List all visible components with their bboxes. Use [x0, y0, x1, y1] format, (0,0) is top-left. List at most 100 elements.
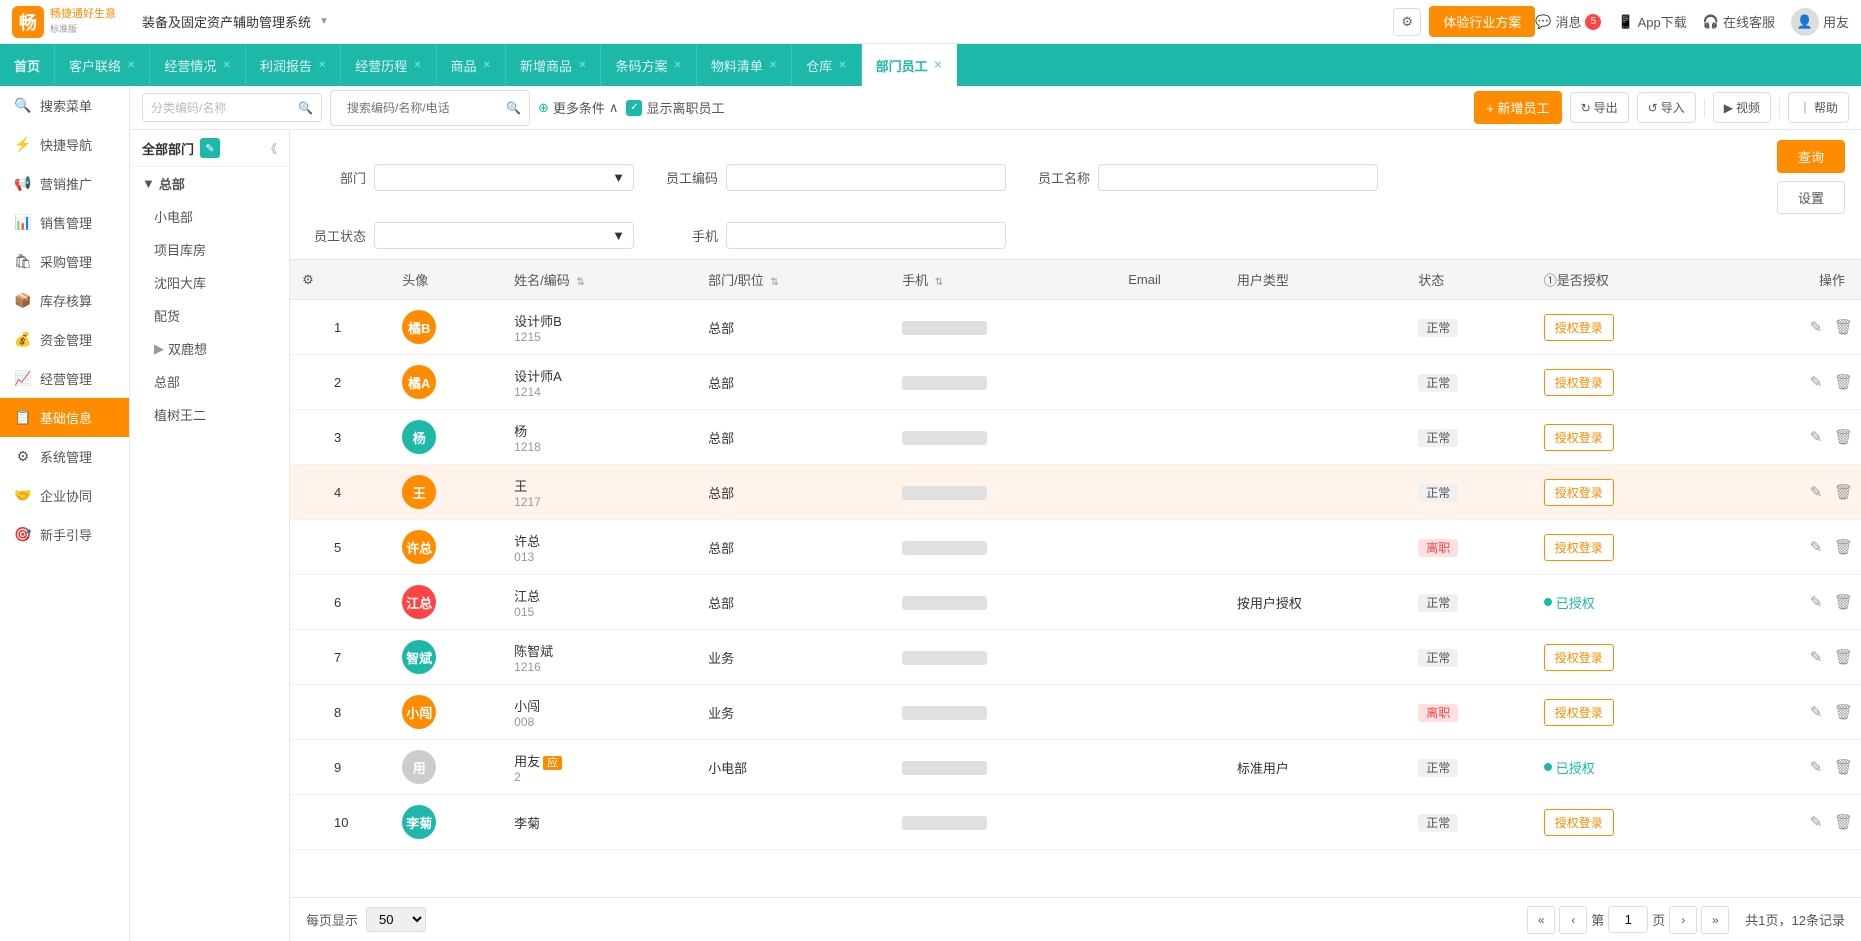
delete-button[interactable]: 🗑: [1834, 594, 1853, 611]
close-icon[interactable]: ✕: [769, 60, 777, 71]
edit-button[interactable]: ✎: [1810, 374, 1823, 391]
video-button[interactable]: ▶ 视频: [1713, 92, 1771, 123]
delete-button[interactable]: 🗑: [1834, 319, 1853, 336]
tab-history[interactable]: 经营历程 ✕: [341, 44, 436, 86]
sidebar-item-inventory[interactable]: 📦 库存核算: [0, 281, 129, 320]
auth-login-button[interactable]: 授权登录: [1544, 534, 1614, 561]
edit-button[interactable]: ✎: [1810, 594, 1823, 611]
delete-button[interactable]: 🗑: [1834, 814, 1853, 831]
sidebar-item-search[interactable]: 🔍 搜索菜单: [0, 86, 129, 125]
close-icon[interactable]: ✕: [222, 60, 230, 71]
auth-login-button[interactable]: 授权登录: [1544, 479, 1614, 506]
code-search-input[interactable]: [339, 96, 502, 120]
tab-operation[interactable]: 经营情况 ✕: [150, 44, 245, 86]
edit-button[interactable]: ✎: [1810, 484, 1823, 501]
tab-home[interactable]: 首页: [0, 44, 55, 86]
delete-button[interactable]: 🗑: [1834, 429, 1853, 446]
dept-item-shuanglu[interactable]: ▶ 双鹿想: [130, 332, 289, 365]
sidebar-item-biz[interactable]: 📈 经营管理: [0, 359, 129, 398]
tab-bom[interactable]: 物料清单 ✕: [697, 44, 792, 86]
auth-login-button[interactable]: 授权登录: [1544, 314, 1614, 341]
tab-dept-staff[interactable]: 部门员工 ✕: [862, 44, 957, 86]
th-name[interactable]: 姓名/编码 ⇅: [506, 260, 700, 300]
sidebar-item-finance[interactable]: 💰 资金管理: [0, 320, 129, 359]
auth-login-button[interactable]: 授权登录: [1544, 644, 1614, 671]
close-icon[interactable]: ✕: [318, 60, 326, 71]
th-phone[interactable]: 手机 ⇅: [894, 260, 1120, 300]
close-icon[interactable]: ✕: [413, 60, 421, 71]
page-number-input[interactable]: [1608, 906, 1648, 933]
auth-login-button[interactable]: 授权登录: [1544, 809, 1614, 836]
auth-login-button[interactable]: 授权登录: [1544, 424, 1614, 451]
query-button[interactable]: 查询: [1777, 140, 1845, 173]
tab-customer[interactable]: 客户联络 ✕: [55, 44, 150, 86]
delete-button[interactable]: 🗑: [1834, 704, 1853, 721]
reset-button[interactable]: 设置: [1777, 181, 1845, 214]
th-settings[interactable]: ⚙: [290, 260, 326, 300]
tab-profit[interactable]: 利润报告 ✕: [246, 44, 341, 86]
sidebar-item-guide[interactable]: 🎯 新手引导: [0, 515, 129, 554]
delete-button[interactable]: 🗑: [1834, 539, 1853, 556]
sidebar-item-collab[interactable]: 🤝 企业协同: [0, 476, 129, 515]
more-filter-btn[interactable]: ⊕ 更多条件 ∧: [538, 98, 618, 117]
tab-warehouse[interactable]: 仓库 ✕: [792, 44, 861, 86]
dept-edit-button[interactable]: ✎: [200, 138, 220, 158]
edit-button[interactable]: ✎: [1810, 759, 1823, 776]
delete-button[interactable]: 🗑: [1834, 649, 1853, 666]
close-icon[interactable]: ✕: [673, 60, 681, 71]
add-employee-button[interactable]: + 新增员工: [1474, 91, 1561, 124]
prev-page-btn[interactable]: ‹: [1559, 906, 1587, 934]
export-button[interactable]: ↻ 导出: [1570, 92, 1629, 123]
collapse-icon[interactable]: 《: [265, 140, 277, 157]
close-icon[interactable]: ✕: [934, 60, 942, 71]
system-arrow-icon[interactable]: ▼: [319, 16, 329, 27]
sidebar-item-basic[interactable]: 📋 基础信息: [0, 398, 129, 437]
filter-dept-select[interactable]: ▼: [374, 164, 634, 191]
dept-item-zongbu2[interactable]: 总部: [130, 365, 289, 398]
filter-empname-input[interactable]: [1098, 164, 1378, 191]
edit-button[interactable]: ✎: [1810, 814, 1823, 831]
auth-login-button[interactable]: 授权登录: [1544, 699, 1614, 726]
edit-button[interactable]: ✎: [1810, 429, 1823, 446]
sidebar-item-system[interactable]: ⚙ 系统管理: [0, 437, 129, 476]
auth-login-button[interactable]: 授权登录: [1544, 369, 1614, 396]
dept-item-zongbu[interactable]: ▼ 总部: [130, 167, 289, 200]
dept-search-box[interactable]: 分类编码/名称 🔍: [142, 93, 322, 122]
dept-item-peihuo[interactable]: 配货: [130, 299, 289, 332]
online-service-btn[interactable]: 🎧 在线客服: [1703, 12, 1775, 31]
sidebar-item-nav[interactable]: ⚡ 快捷导航: [0, 125, 129, 164]
app-download-btn[interactable]: 📱 App下载: [1617, 12, 1686, 31]
help-button[interactable]: ｜ 帮助: [1788, 92, 1849, 123]
last-page-btn[interactable]: »: [1701, 906, 1729, 934]
message-btn[interactable]: 💬 消息 5: [1535, 12, 1601, 31]
dept-item-xiaodian[interactable]: 小电部: [130, 200, 289, 233]
next-page-btn[interactable]: ›: [1669, 906, 1697, 934]
close-icon[interactable]: ✕: [838, 60, 846, 71]
delete-button[interactable]: 🗑: [1834, 484, 1853, 501]
filter-phone-input[interactable]: [726, 222, 1006, 249]
filter-empcode-input[interactable]: [726, 164, 1006, 191]
edit-button[interactable]: ✎: [1810, 649, 1823, 666]
dept-item-zhishu[interactable]: 植树王二: [130, 398, 289, 431]
sidebar-item-marketing[interactable]: 📢 营销推广: [0, 164, 129, 203]
sidebar-item-purchase[interactable]: 🛍 采购管理: [0, 242, 129, 281]
delete-button[interactable]: 🗑: [1834, 374, 1853, 391]
trial-button[interactable]: 体验行业方案: [1429, 6, 1535, 37]
tab-goods[interactable]: 商品 ✕: [437, 44, 506, 86]
sidebar-item-sales[interactable]: 📊 销售管理: [0, 203, 129, 242]
filter-status-select[interactable]: ▼: [374, 222, 634, 249]
th-dept[interactable]: 部门/职位 ⇅: [700, 260, 894, 300]
user-menu[interactable]: 👤 用友: [1791, 8, 1849, 36]
first-page-btn[interactable]: «: [1527, 906, 1555, 934]
tab-add-goods[interactable]: 新增商品 ✕: [506, 44, 601, 86]
close-icon[interactable]: ✕: [127, 60, 135, 71]
dept-item-shenyang[interactable]: 沈阳大库: [130, 266, 289, 299]
close-icon[interactable]: ✕: [483, 60, 491, 71]
edit-button[interactable]: ✎: [1810, 319, 1823, 336]
import-button[interactable]: ↺ 导入: [1637, 92, 1696, 123]
close-icon[interactable]: ✕: [578, 60, 586, 71]
tab-barcode[interactable]: 条码方案 ✕: [601, 44, 696, 86]
delete-button[interactable]: 🗑: [1834, 759, 1853, 776]
page-size-select[interactable]: 50 20 100: [366, 907, 426, 932]
edit-button[interactable]: ✎: [1810, 704, 1823, 721]
